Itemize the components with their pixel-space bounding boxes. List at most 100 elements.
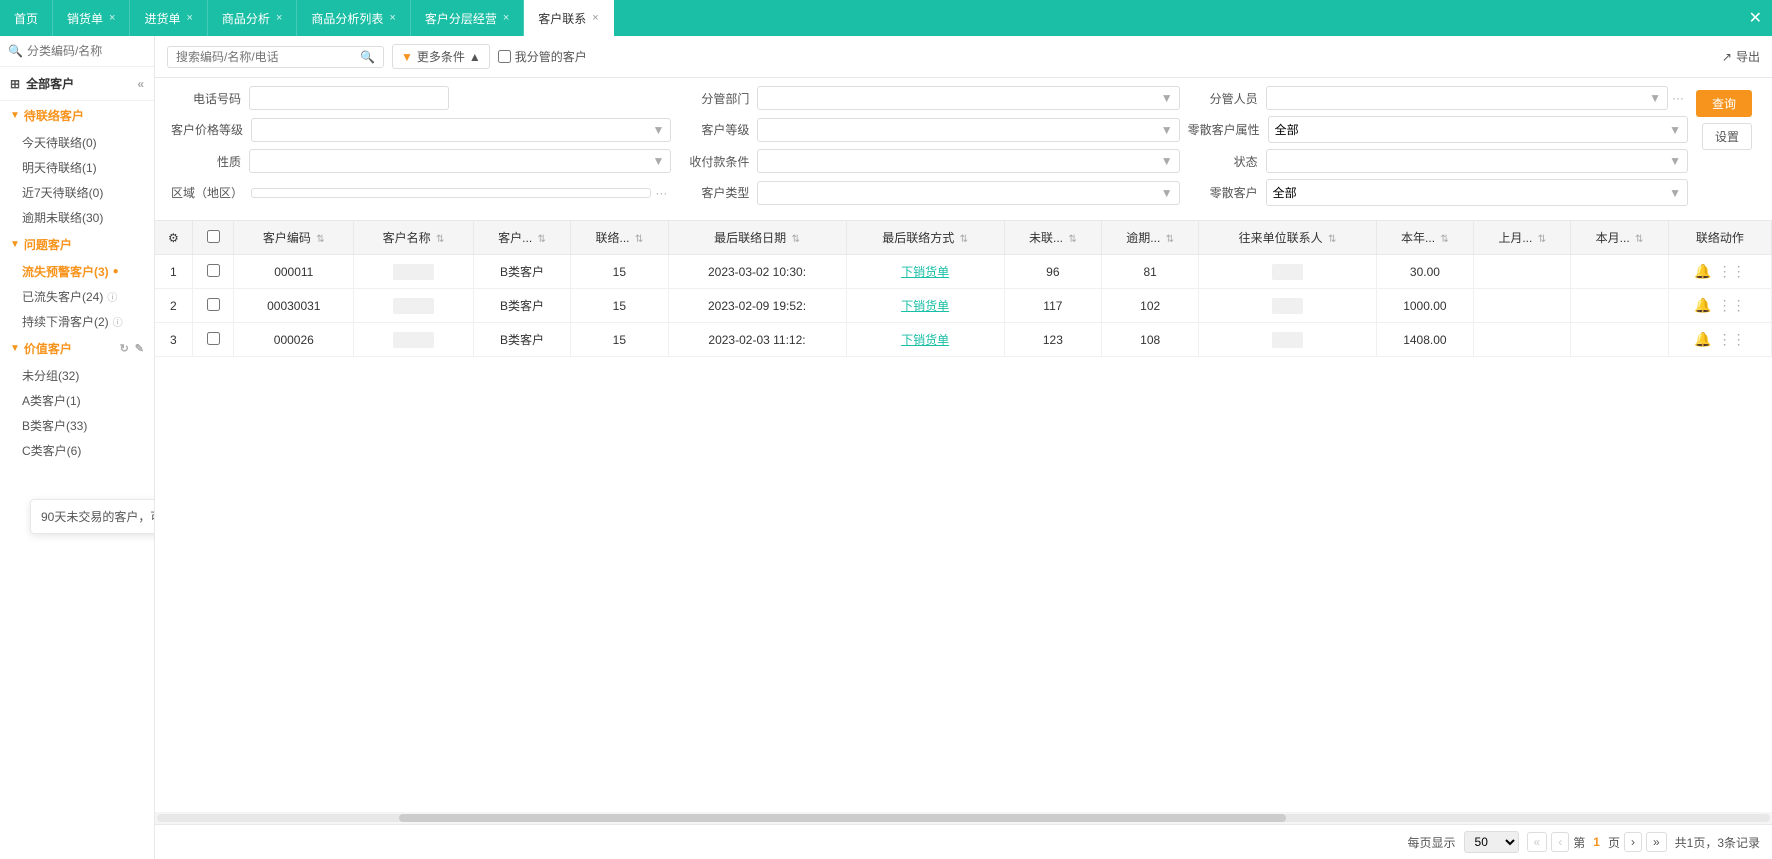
more-filter-button[interactable]: ▼ 更多条件 ▲	[392, 44, 490, 69]
edit-icon[interactable]: ✎	[135, 342, 144, 355]
row-checkbox[interactable]	[192, 255, 234, 289]
status-select[interactable]: ▼	[1266, 149, 1688, 173]
th-this-month[interactable]: 本月... ⇅	[1571, 221, 1668, 255]
action-contact-icon[interactable]: 🔔	[1694, 263, 1711, 280]
last-page-button[interactable]: »	[1646, 832, 1667, 852]
export-button[interactable]: ↗ 导出	[1722, 48, 1760, 65]
page-size-select[interactable]: 50 100 200	[1464, 831, 1519, 853]
th-code[interactable]: 客户编码 ⇅	[234, 221, 354, 255]
chevron-down-icon-3: ▼	[652, 123, 664, 137]
action-more-icon[interactable]: ⋮⋮	[1718, 331, 1746, 348]
sidebar-group-pending[interactable]: ▼ 待联络客户	[0, 101, 154, 130]
action-contact-icon[interactable]: 🔔	[1694, 331, 1711, 348]
table-row: 2 00030031 B类客户 15 2023-02-09 19:52: 下销货…	[155, 289, 1772, 323]
close-tab-customer-segment[interactable]: ×	[503, 12, 509, 24]
th-overdue[interactable]: 逾期... ⇅	[1102, 221, 1199, 255]
close-tab-goods-analysis-list[interactable]: ×	[389, 12, 395, 24]
row-checkbox[interactable]	[192, 289, 234, 323]
row-code: 000026	[234, 323, 354, 357]
zero-attr-select[interactable]: 全部 ▼	[1268, 116, 1688, 143]
th-settings[interactable]: ⚙	[155, 221, 192, 255]
region-select[interactable]	[251, 188, 651, 198]
sidebar-item-7days-pending[interactable]: 近7天待联络(0)	[0, 180, 154, 205]
filter-dept: 分管部门 ▼	[679, 86, 1179, 110]
sidebar-item-churned[interactable]: 已流失客户(24) ⓘ	[0, 284, 154, 309]
th-name[interactable]: 客户名称 ⇅	[354, 221, 474, 255]
sidebar-item-today-pending[interactable]: 今天待联络(0)	[0, 130, 154, 155]
th-uncontacted[interactable]: 未联... ⇅	[1004, 221, 1101, 255]
select-all-checkbox[interactable]	[207, 230, 220, 243]
row-last-method[interactable]: 下销货单	[846, 323, 1004, 357]
arrow-icon: ▼	[10, 110, 20, 121]
sidebar-search-input[interactable]	[27, 44, 155, 58]
scrollbar-thumb[interactable]	[399, 814, 1286, 822]
refresh-icon[interactable]: ↻	[120, 342, 129, 355]
main-search-icon[interactable]: 🔍	[360, 50, 375, 64]
th-last-month[interactable]: 上月... ⇅	[1474, 221, 1571, 255]
close-tab-sales[interactable]: ×	[109, 12, 115, 24]
next-page-button[interactable]: ›	[1624, 832, 1642, 852]
sidebar-item-churn-warning[interactable]: 流失预警客户(3) ●	[0, 259, 154, 284]
region-more-icon[interactable]: ···	[651, 186, 671, 200]
th-type[interactable]: 客户... ⇅	[473, 221, 570, 255]
row-last-method[interactable]: 下销货单	[846, 255, 1004, 289]
th-contact[interactable]: 联络... ⇅	[571, 221, 668, 255]
tab-goods-analysis-list[interactable]: 商品分析列表 ×	[297, 0, 410, 36]
row-last-method[interactable]: 下销货单	[846, 289, 1004, 323]
sidebar-group-problem[interactable]: ▼ 问题客户	[0, 230, 154, 259]
sidebar-item-c-class[interactable]: C类客户(6)	[0, 438, 154, 463]
main-search-input[interactable]	[176, 50, 356, 64]
close-tab-purchase[interactable]: ×	[186, 12, 192, 24]
first-page-button[interactable]: «	[1527, 832, 1548, 852]
sidebar-group-value[interactable]: ▼ 价值客户 ↻ ✎	[0, 334, 154, 363]
tab-customer-segment[interactable]: 客户分层经营 ×	[411, 0, 524, 36]
search-box: 🔍	[167, 46, 384, 68]
tab-sales[interactable]: 销货单 ×	[53, 0, 130, 36]
th-last-date[interactable]: 最后联络日期 ⇅	[668, 221, 846, 255]
more-options-icon[interactable]: ···	[1668, 91, 1688, 105]
dept-select[interactable]: ▼	[757, 86, 1179, 110]
tab-goods-analysis[interactable]: 商品分析 ×	[208, 0, 297, 36]
sidebar-item-ungroup[interactable]: 未分组(32)	[0, 363, 154, 388]
chevron-down-icon-6: ▼	[652, 154, 664, 168]
filter-panel: 电话号码 分管部门 ▼ 分管人员	[155, 78, 1772, 221]
phone-input[interactable]	[249, 86, 449, 110]
sidebar-item-b-class[interactable]: B类客户(33)	[0, 413, 154, 438]
customer-type-select[interactable]: ▼	[757, 181, 1179, 205]
row-actions: 🔔 ⋮⋮	[1668, 323, 1771, 357]
settings-button[interactable]: 设置	[1702, 123, 1752, 150]
action-more-icon[interactable]: ⋮⋮	[1718, 263, 1746, 280]
sidebar-item-tomorrow-pending[interactable]: 明天待联络(1)	[0, 155, 154, 180]
tab-customer-link[interactable]: 客户联系 ×	[524, 0, 613, 36]
th-contact-person[interactable]: 往来单位联系人 ⇅	[1199, 221, 1376, 255]
sidebar-item-a-class[interactable]: A类客户(1)	[0, 388, 154, 413]
action-more-icon[interactable]: ⋮⋮	[1718, 297, 1746, 314]
close-tab-customer-link[interactable]: ×	[592, 12, 598, 24]
person-select[interactable]: ▼	[1266, 86, 1668, 110]
close-all-tabs[interactable]: ✕	[1749, 8, 1762, 28]
th-last-method[interactable]: 最后联络方式 ⇅	[846, 221, 1004, 255]
horizontal-scrollbar[interactable]	[155, 812, 1772, 824]
my-customers-checkbox[interactable]	[498, 50, 511, 63]
row-contact-person	[1199, 255, 1376, 289]
sidebar-all-customers-header[interactable]: ⊞ 全部客户 «	[0, 67, 154, 101]
payment-select[interactable]: ▼	[757, 149, 1179, 173]
churn-tooltip: 90天未交易的客户，可能有流失风险。	[30, 499, 155, 534]
zero-customer-select[interactable]: 全部 ▼	[1266, 179, 1688, 206]
query-button[interactable]: 查询	[1696, 90, 1752, 117]
action-contact-icon[interactable]: 🔔	[1694, 297, 1711, 314]
row-index: 2	[155, 289, 192, 323]
warning-dot: ●	[113, 266, 119, 277]
sidebar-item-declining[interactable]: 持续下滑客户(2) ⓘ	[0, 309, 154, 334]
sidebar-item-overdue-pending[interactable]: 逾期未联络(30)	[0, 205, 154, 230]
tab-home[interactable]: 首页	[0, 0, 53, 36]
nature-select[interactable]: ▼	[249, 149, 671, 173]
th-this-year[interactable]: 本年... ⇅	[1376, 221, 1473, 255]
sidebar-collapse-icon[interactable]: «	[137, 77, 144, 91]
prev-page-button[interactable]: ‹	[1551, 832, 1569, 852]
customer-level-select[interactable]: ▼	[757, 118, 1179, 142]
close-tab-goods-analysis[interactable]: ×	[276, 12, 282, 24]
row-checkbox[interactable]	[192, 323, 234, 357]
price-level-select[interactable]: ▼	[251, 118, 671, 142]
tab-purchase[interactable]: 进货单 ×	[130, 0, 207, 36]
